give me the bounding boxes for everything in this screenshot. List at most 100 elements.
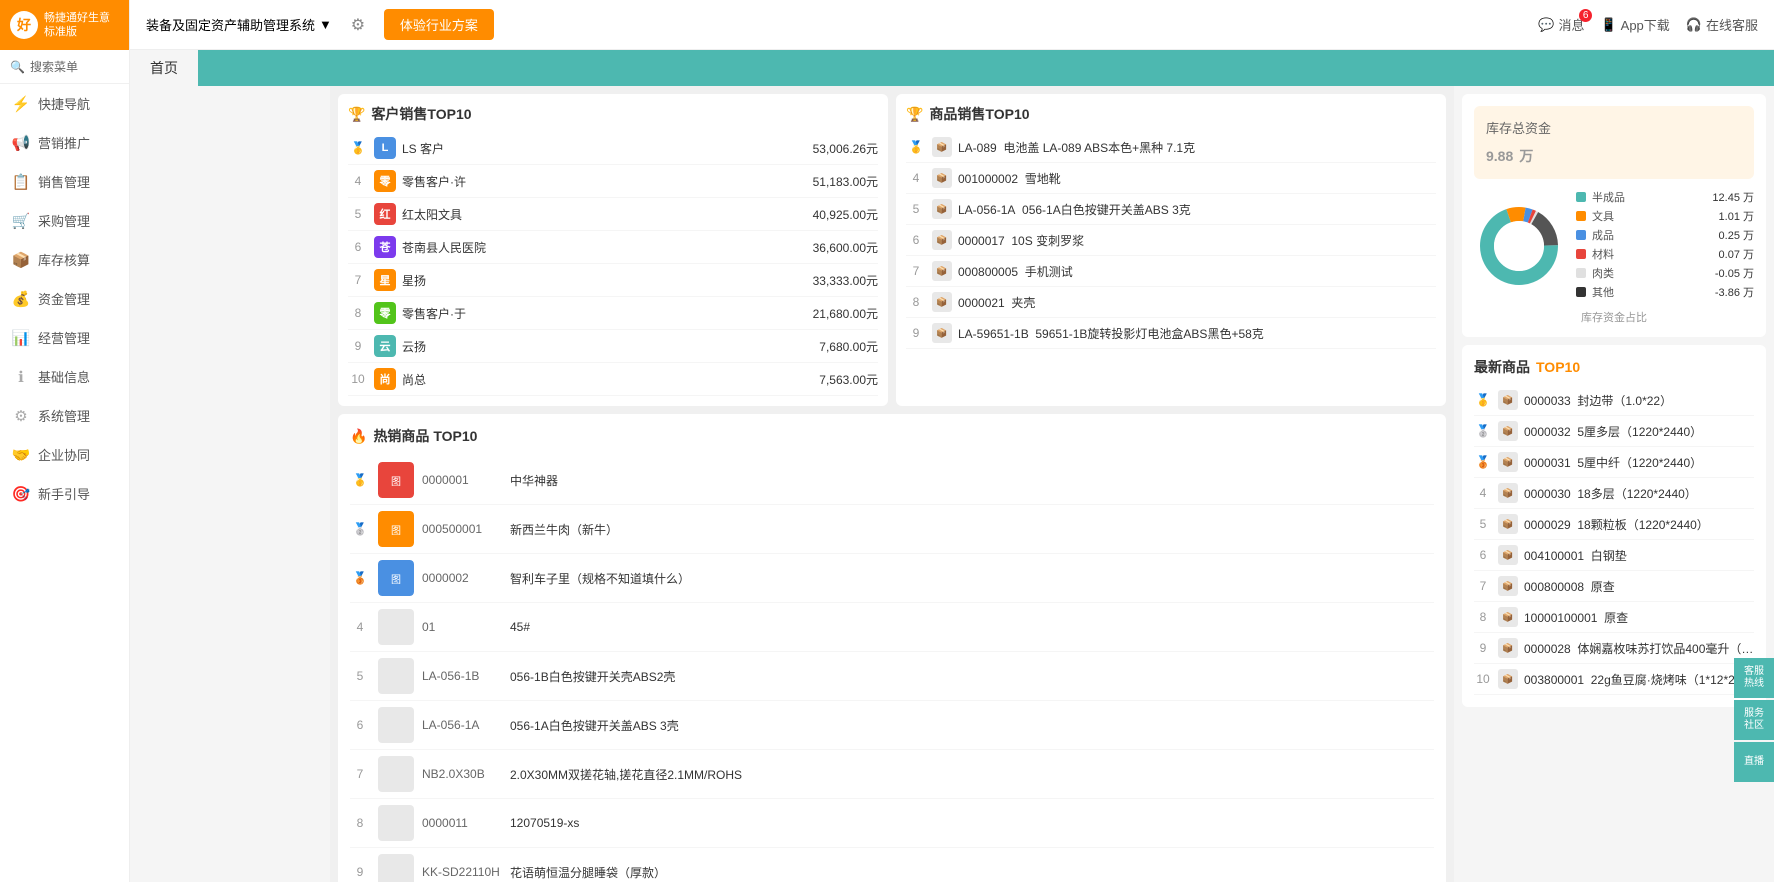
prod-rank-number: 7 <box>906 264 926 278</box>
rank-avatar: 苍 <box>374 236 396 258</box>
legend-name: 文具 <box>1592 208 1713 224</box>
legend-name: 半成品 <box>1592 189 1706 205</box>
hot-product-code: 0000002 <box>422 571 502 585</box>
legend-name: 成品 <box>1592 227 1713 243</box>
hot-product-code: 000500001 <box>422 522 502 536</box>
rank-avatar: 尚 <box>374 368 396 390</box>
prod-rank-name: LA-056-1A 056-1A白色按键开关盖ABS 3克 <box>958 201 1436 218</box>
customer-rank-row: 7 星 星扬 33,333.00元 <box>348 264 878 297</box>
trophy-icon: 🏆 <box>348 106 365 123</box>
legend-value: 12.45 万 <box>1712 189 1754 205</box>
tab-home-label: 首页 <box>150 58 178 78</box>
product-rank-row: 6 📦 0000017 10S 变刺罗浆 <box>906 225 1436 256</box>
new-product-info: 0000029 18颗粒板（1220*2440） <box>1524 516 1754 533</box>
rank-name: LS 客户 <box>402 140 807 157</box>
rank-value: 51,183.00元 <box>813 173 878 190</box>
phone-icon: 📱 <box>1600 17 1616 33</box>
legend-dot <box>1576 249 1586 259</box>
sidebar-item-collab[interactable]: 🤝 企业协同 <box>0 435 129 474</box>
hot-product-row: 🥇 图 0000001 中华神器 <box>350 456 1434 505</box>
sidebar-item-inventory[interactable]: 📦 库存核算 <box>0 240 129 279</box>
sidebar-item-marketing[interactable]: 📢 营销推广 <box>0 123 129 162</box>
float-customer-service[interactable]: 客服热线 <box>1734 658 1774 698</box>
system-icon: ⚙ <box>12 407 30 425</box>
inventory-label: 库存核算 <box>38 250 90 269</box>
product-ranking-list: 🥇 📦 LA-089 电池盖 LA-089 ABS本色+黑种 7.1克 4 📦 … <box>906 132 1436 349</box>
sidebar-item-guide[interactable]: 🎯 新手引导 <box>0 474 129 513</box>
hot-product-name: 中华神器 <box>510 472 1434 489</box>
hot-product-code: 0000011 <box>422 816 502 830</box>
legend-value: -0.05 万 <box>1715 265 1754 281</box>
new-product-row: 9 📦 0000028 体娴嘉枚味苏打饮品400毫升（1*15） <box>1474 633 1754 664</box>
new-rank-number: 10 <box>1474 672 1492 686</box>
new-rank-number: 8 <box>1474 610 1492 624</box>
product-rank-row: 5 📦 LA-056-1A 056-1A白色按键开关盖ABS 3克 <box>906 194 1436 225</box>
hot-rank-number: 4 <box>350 620 370 634</box>
rank-number: 7 <box>348 273 368 287</box>
hot-product-row: 4 01 45# <box>350 603 1434 652</box>
sidebar-item-quicknav[interactable]: ⚡ 快捷导航 <box>0 84 129 123</box>
prod-rank-name: 0000017 10S 变刺罗浆 <box>958 232 1436 249</box>
purchase-label: 采购管理 <box>38 211 90 230</box>
headset-icon: 🎧 <box>1686 17 1702 33</box>
sidebar-item-sales[interactable]: 📋 销售管理 <box>0 162 129 201</box>
settings-button[interactable]: ⚙ <box>344 11 372 39</box>
float-service: 客服热线 服务社区 直播 <box>1734 658 1774 782</box>
float-service-community[interactable]: 服务社区 <box>1734 700 1774 740</box>
prod-rank-number: 6 <box>906 233 926 247</box>
rank-number: 8 <box>348 306 368 320</box>
sidebar-item-basics[interactable]: ℹ 基础信息 <box>0 357 129 396</box>
new-prod-icon: 📦 <box>1498 421 1518 441</box>
rank-number: 6 <box>348 240 368 254</box>
hot-rank-number: 6 <box>350 718 370 732</box>
rank-avatar: 零 <box>374 170 396 192</box>
hot-product-row: 5 LA-056-1B 056-1B白色按键开关壳ABS2壳 <box>350 652 1434 701</box>
new-products-title: 最新商品 TOP10 <box>1474 357 1754 377</box>
online-service-button[interactable]: 🎧 在线客服 <box>1686 15 1758 34</box>
customer-rank-row: 🥇 L LS 客户 53,006.26元 <box>348 132 878 165</box>
rank-name: 星扬 <box>402 272 807 289</box>
rank-value: 33,333.00元 <box>813 272 878 289</box>
tab-home[interactable]: 首页 <box>130 50 198 86</box>
legend-item: 肉类 -0.05 万 <box>1576 265 1754 281</box>
float-live[interactable]: 直播 <box>1734 742 1774 782</box>
sidebar-item-system[interactable]: ⚙ 系统管理 <box>0 396 129 435</box>
hot-rank-number: 🥈 <box>350 522 370 536</box>
legend-dot <box>1576 230 1586 240</box>
finance-icon: 💰 <box>12 290 30 308</box>
new-product-info: 0000033 封边带（1.0*22） <box>1524 392 1754 409</box>
message-button[interactable]: 💬 消息 6 <box>1538 15 1584 34</box>
trial-button[interactable]: 体验行业方案 <box>384 9 494 40</box>
new-rank-number: 6 <box>1474 548 1492 562</box>
donut-chart <box>1474 201 1564 291</box>
inventory-icon: 📦 <box>12 251 30 269</box>
sidebar-item-finance[interactable]: 💰 资金管理 <box>0 279 129 318</box>
new-product-row: 🥈 📦 0000032 5厘多层（1220*2440） <box>1474 416 1754 447</box>
sidebar-item-purchase[interactable]: 🛒 采购管理 <box>0 201 129 240</box>
rank-value: 21,680.00元 <box>813 305 878 322</box>
product-rank-row: 🥇 📦 LA-089 电池盖 LA-089 ABS本色+黑种 7.1克 <box>906 132 1436 163</box>
legend-name: 肉类 <box>1592 265 1709 281</box>
app-download-button[interactable]: 📱 App下载 <box>1600 15 1669 34</box>
hot-product-row: 7 NB2.0X30B 2.0X30MM双搓花轴,搓花直径2.1MM/ROHS <box>350 750 1434 799</box>
rank-avatar: 云 <box>374 335 396 357</box>
sidebar-search[interactable]: 🔍 搜索菜单 <box>0 50 129 84</box>
hot-product-img <box>378 609 414 645</box>
right-panel: 库存总资金 9.88 万 <box>1454 86 1774 882</box>
legend-dot <box>1576 192 1586 202</box>
legend-dot <box>1576 211 1586 221</box>
hot-product-name: 056-1A白色按键开关盖ABS 3壳 <box>510 717 1434 734</box>
hot-product-img: 图 <box>378 560 414 596</box>
system-title-dropdown[interactable]: 装备及固定资产辅助管理系统 ▼ <box>146 15 332 34</box>
prod-icon: 📦 <box>932 137 952 157</box>
hot-product-name: 智利车子里（规格不知道填什么） <box>510 570 1434 587</box>
product-rank-row: 8 📦 0000021 夹壳 <box>906 287 1436 318</box>
rank-number: 9 <box>348 339 368 353</box>
sidebar-item-operations[interactable]: 📊 经营管理 <box>0 318 129 357</box>
prod-rank-name: 0000021 夹壳 <box>958 294 1436 311</box>
logo-text: 畅捷通好生意 标准版 <box>44 11 110 40</box>
hot-product-img <box>378 756 414 792</box>
new-product-info: 0000028 体娴嘉枚味苏打饮品400毫升（1*15） <box>1524 640 1754 657</box>
rank-name: 零售客户·许 <box>402 173 807 190</box>
new-rank-number: 4 <box>1474 486 1492 500</box>
